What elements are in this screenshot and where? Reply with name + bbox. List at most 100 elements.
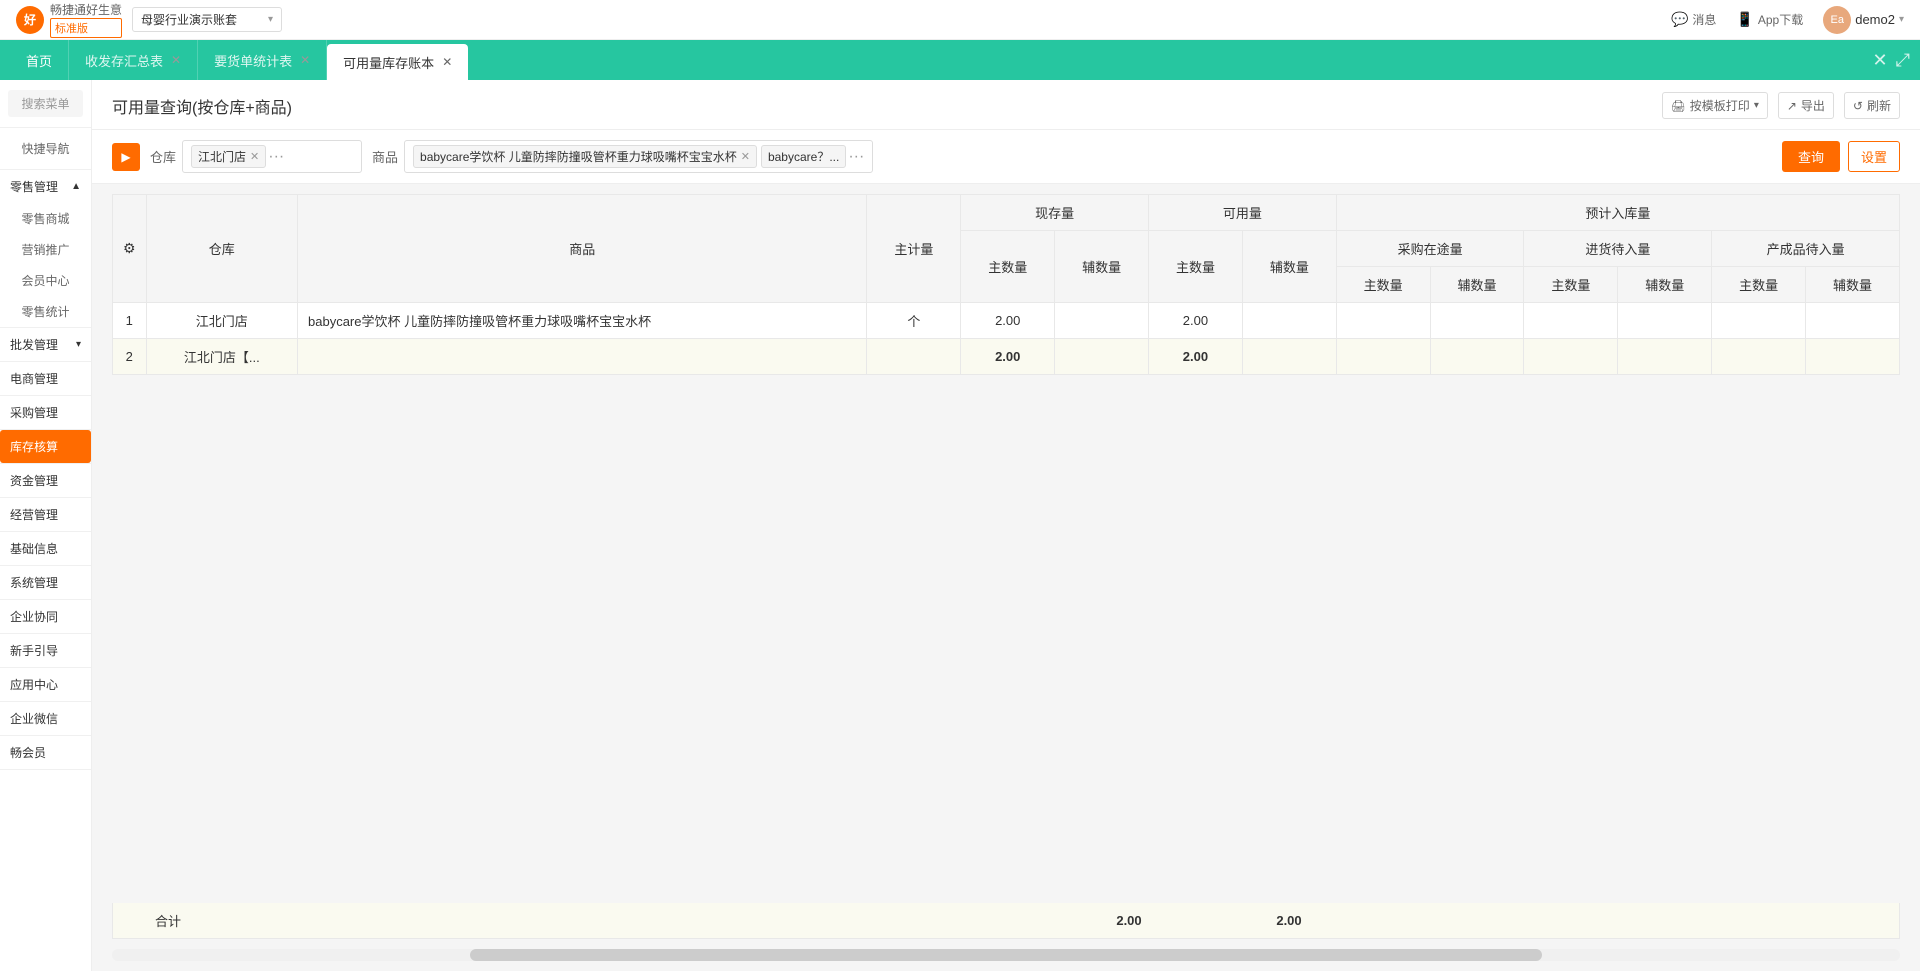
sidebar-item-retail-mall[interactable]: 零售商城 <box>0 203 91 234</box>
sidebar-section-enterprise: 企业协同 <box>0 600 91 634</box>
industry-label: 母婴行业演示账套 <box>141 11 237 28</box>
filter-product-input[interactable]: babycare学饮杯 儿童防摔防撞吸管杯重力球吸嘴杯宝宝水杯 ✕ babyca… <box>404 140 873 173</box>
sidebar-section-operations-label: 经营管理 <box>10 506 58 523</box>
sidebar-section-finance-label: 资金管理 <box>10 472 58 489</box>
sidebar-section-enterprise-wechat: 企业微信 <box>0 702 91 736</box>
filter-toggle-btn[interactable]: ▶ <box>112 143 140 171</box>
sidebar-section-wholesale-label: 批发管理 <box>10 336 58 353</box>
cell-product-1: babycare学饮杯 儿童防摔防撞吸管杯重力球吸嘴杯宝宝水杯 <box>298 303 867 339</box>
cell-available-aux-1 <box>1242 303 1336 339</box>
sidebar-section-header-retail[interactable]: 零售管理 ▲ <box>0 170 91 203</box>
expand-window-btn[interactable]: ⤢ <box>1896 50 1910 71</box>
sidebar-item-membership[interactable]: 会员中心 <box>0 265 91 296</box>
sidebar-section-header-purchase[interactable]: 采购管理 <box>0 396 91 429</box>
user-name: demo2 <box>1855 12 1895 27</box>
filter-actions: 查询 设置 <box>1782 141 1900 172</box>
sidebar-section-new-guide: 新手引导 <box>0 634 91 668</box>
app-download-label: App下载 <box>1758 11 1803 28</box>
app-download-btn[interactable]: 📱 App下载 <box>1736 11 1803 28</box>
sidebar-item-marketing[interactable]: 营销推广 <box>0 234 91 265</box>
settings-btn[interactable]: 设置 <box>1848 141 1900 172</box>
sidebar-section-header-new-guide[interactable]: 新手引导 <box>0 634 91 667</box>
sidebar-section-ecommerce: 电商管理 <box>0 362 91 396</box>
sidebar-section-header-basic[interactable]: 基础信息 <box>0 532 91 565</box>
filter-product-tag-1-close[interactable]: ✕ <box>741 150 750 163</box>
tab-home[interactable]: 首页 <box>10 40 69 80</box>
sidebar-section-header-ecommerce[interactable]: 电商管理 <box>0 362 91 395</box>
th-planned-inbound: 预计入库量 <box>1336 195 1899 231</box>
sidebar-item-quick-nav[interactable]: 快捷导航 <box>0 134 91 163</box>
tab-available-stock[interactable]: 可用量库存账本 ✕ <box>327 44 468 80</box>
refresh-btn[interactable]: ↺ 刷新 <box>1844 92 1900 119</box>
sidebar-section-member-label: 畅会员 <box>10 744 46 761</box>
th-unit: 主计量 <box>867 195 961 303</box>
print-btn[interactable]: 🖨 按模板打印 ▾ <box>1662 92 1768 119</box>
sidebar-section-retail: 零售管理 ▲ 零售商城 营销推广 会员中心 零售统计 <box>0 170 91 328</box>
filter-warehouse-label: 仓库 <box>150 147 176 166</box>
tab-available-stock-close[interactable]: ✕ <box>442 55 452 69</box>
horizontal-scrollbar[interactable] <box>112 949 1900 961</box>
chevron-down-icon: ▾ <box>268 14 273 25</box>
cell-available-aux-2 <box>1242 339 1336 375</box>
filter-warehouse-input[interactable]: 江北门店 ✕ ··· <box>182 140 362 173</box>
sidebar-section-system-label: 系统管理 <box>10 574 58 591</box>
tab-order-stats-label: 要货单统计表 <box>214 51 292 70</box>
sidebar-section-header-operations[interactable]: 经营管理 <box>0 498 91 531</box>
sidebar-section-header-inventory[interactable]: 库存核算 <box>0 430 91 463</box>
avatar: Ea <box>1823 6 1851 34</box>
tab-order-stats-close[interactable]: ✕ <box>300 53 310 67</box>
sidebar-search-btn[interactable]: 搜索菜单 <box>8 90 83 117</box>
sidebar-section-header-app-center[interactable]: 应用中心 <box>0 668 91 701</box>
sidebar-section-finance: 资金管理 <box>0 464 91 498</box>
tab-receive-send[interactable]: 收发存汇总表 ✕ <box>69 40 198 80</box>
sidebar-item-retail-stats[interactable]: 零售统计 <box>0 296 91 327</box>
header-actions: 🖨 按模板打印 ▾ ↗ 导出 ↺ 刷新 <box>1662 92 1900 119</box>
sidebar-section-header-system[interactable]: 系统管理 <box>0 566 91 599</box>
sidebar-section-system: 系统管理 <box>0 566 91 600</box>
table-row: 1 江北门店 babycare学饮杯 儿童防摔防撞吸管杯重力球吸嘴杯宝宝水杯 个… <box>113 303 1900 339</box>
cell-inbound-aux-2 <box>1618 339 1712 375</box>
export-btn[interactable]: ↗ 导出 <box>1778 92 1834 119</box>
user-area[interactable]: Ea demo2 ▾ <box>1823 6 1904 34</box>
query-btn[interactable]: 查询 <box>1782 141 1840 172</box>
template-badge: 标准版 <box>50 18 122 38</box>
filter-warehouse-more[interactable]: ··· <box>268 148 284 166</box>
close-window-btn[interactable]: ✕ <box>1873 50 1888 71</box>
tab-order-stats[interactable]: 要货单统计表 ✕ <box>198 40 327 80</box>
message-label: 消息 <box>1692 11 1716 28</box>
cell-unit-2 <box>867 339 961 375</box>
refresh-icon: ↺ <box>1853 99 1863 113</box>
sidebar-section-header-enterprise[interactable]: 企业协同 <box>0 600 91 633</box>
top-bar: 好 畅捷通好生意 标准版 母婴行业演示账套 ▾ 💬 消息 📱 App下载 Ea … <box>0 0 1920 40</box>
filter-product-value-1: babycare学饮杯 儿童防摔防撞吸管杯重力球吸嘴杯宝宝水杯 <box>420 148 737 165</box>
sidebar-section-retail-label: 零售管理 <box>10 178 58 195</box>
cell-unit-1: 个 <box>867 303 961 339</box>
sidebar-section-header-finance[interactable]: 资金管理 <box>0 464 91 497</box>
cell-inbound-aux-1 <box>1618 303 1712 339</box>
sidebar-section-header-enterprise-wechat[interactable]: 企业微信 <box>0 702 91 735</box>
scrollbar-thumb[interactable] <box>470 949 1543 961</box>
settings-icon[interactable]: ⚙ <box>123 240 136 256</box>
cell-purchase-main-1 <box>1336 303 1430 339</box>
tab-receive-send-close[interactable]: ✕ <box>171 53 181 67</box>
logo-area: 好 畅捷通好生意 标准版 <box>16 1 122 38</box>
tab-bar: 首页 收发存汇总表 ✕ 要货单统计表 ✕ 可用量库存账本 ✕ ✕ ⤢ <box>0 40 1920 80</box>
sidebar-section-header-wholesale[interactable]: 批发管理 ▾ <box>0 328 91 361</box>
tab-receive-send-label: 收发存汇总表 <box>85 51 163 70</box>
th-available-aux: 辅数量 <box>1242 231 1336 303</box>
sidebar-section-app-center: 应用中心 <box>0 668 91 702</box>
arrow-right-icon: ▶ <box>121 150 130 164</box>
message-btn[interactable]: 💬 消息 <box>1671 11 1716 28</box>
sidebar-section-header-member[interactable]: 畅会员 <box>0 736 91 769</box>
filter-product-field: 商品 babycare学饮杯 儿童防摔防撞吸管杯重力球吸嘴杯宝宝水杯 ✕ bab… <box>372 140 873 173</box>
data-table: ⚙ 仓库 商品 主计量 现存量 可用量 预计入库量 主数量 辅数量 主数量 辅数… <box>112 194 1900 375</box>
cell-index-2: 2 <box>113 339 147 375</box>
filter-warehouse-field: 仓库 江北门店 ✕ ··· <box>150 140 362 173</box>
cell-index-1: 1 <box>113 303 147 339</box>
filter-product-more[interactable]: ··· <box>848 148 864 166</box>
filter-warehouse-tag-close[interactable]: ✕ <box>250 150 259 163</box>
industry-selector[interactable]: 母婴行业演示账套 ▾ <box>132 7 282 32</box>
print-icon: 🖨 <box>1671 99 1686 113</box>
th-inbound-pending: 进货待入量 <box>1524 231 1712 267</box>
sidebar-section-purchase: 采购管理 <box>0 396 91 430</box>
